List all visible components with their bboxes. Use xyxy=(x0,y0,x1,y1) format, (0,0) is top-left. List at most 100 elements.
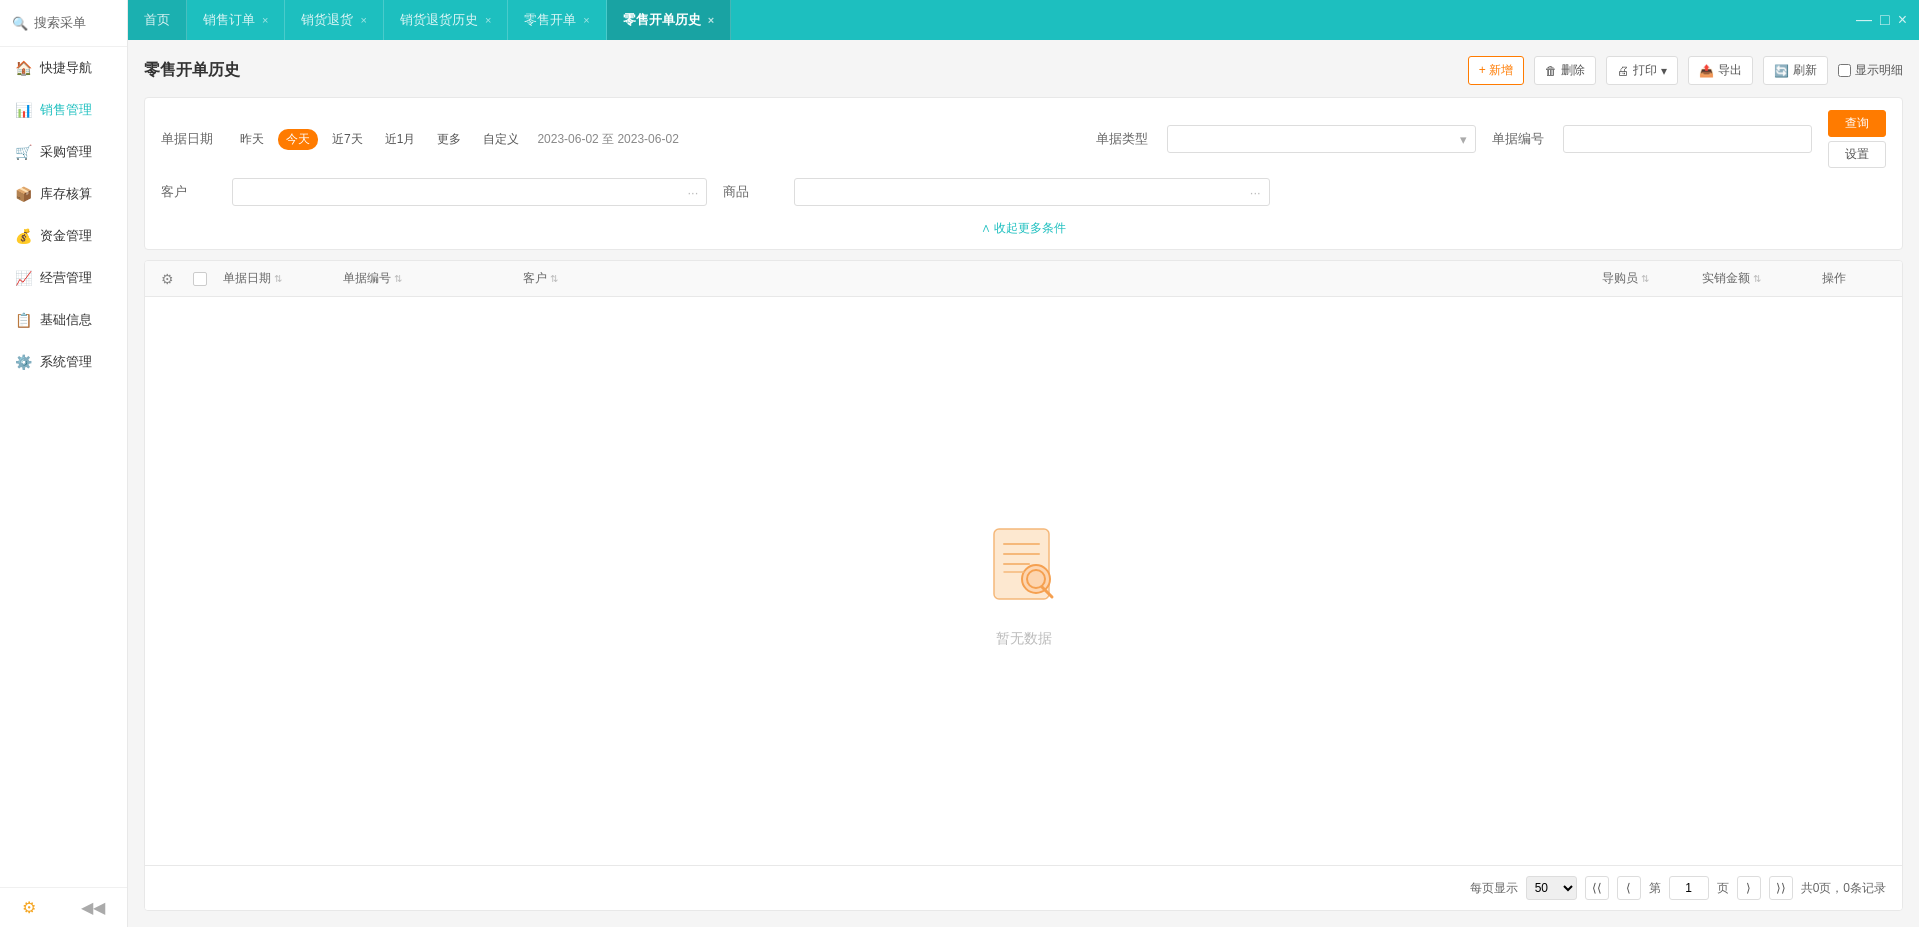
empty-icon-svg xyxy=(974,514,1074,614)
customer-input[interactable]: ··· xyxy=(232,178,707,206)
tab-sales-return-history[interactable]: 销货退货历史 × xyxy=(384,0,508,40)
inventory-icon: 📦 xyxy=(14,186,32,202)
settings-icon-btn[interactable]: ⚙ xyxy=(22,898,36,917)
date-btn-last7[interactable]: 近7天 xyxy=(324,129,371,150)
sidebar-item-label: 销售管理 xyxy=(40,101,92,119)
main-area: 首页 销售订单 × 销货退货 × 销货退货历史 × 零售开单 × 零售开单历史 … xyxy=(128,0,1919,927)
empty-icon xyxy=(974,514,1074,614)
print-icon: 🖨 xyxy=(1617,64,1629,78)
tab-retail-open[interactable]: 零售开单 × xyxy=(508,0,606,40)
th-date[interactable]: 单据日期 ⇅ xyxy=(215,270,335,287)
pagination: 每页显示 50 100 200 ⟨⟨ ⟨ 第 页 ⟩ ⟩⟩ 共0页，0条记录 xyxy=(145,865,1902,910)
sidebar-search[interactable]: 🔍 搜索采单 xyxy=(0,0,127,47)
collapse-filter-btn[interactable]: ∧ 收起更多条件 xyxy=(161,216,1886,237)
th-client-sort: ⇅ xyxy=(550,273,558,284)
date-btn-last-month[interactable]: 近1月 xyxy=(377,129,424,150)
display-detail-label[interactable]: 显示明细 xyxy=(1838,62,1903,79)
prev-page-button[interactable]: ⟨ xyxy=(1617,876,1641,900)
sidebar-nav: 🏠 快捷导航 📊 销售管理 🛒 采购管理 📦 库存核算 💰 资金管理 📈 经营管… xyxy=(0,47,127,887)
maximize-button[interactable]: □ xyxy=(1880,11,1890,29)
last-page-button[interactable]: ⟩⟩ xyxy=(1769,876,1793,900)
date-btn-today[interactable]: 今天 xyxy=(278,129,318,150)
tab-sales-return-label: 销货退货 xyxy=(301,11,353,29)
refresh-button[interactable]: 🔄 刷新 xyxy=(1763,56,1828,85)
th-settings[interactable]: ⚙ xyxy=(153,271,185,287)
tab-retail-open-label: 零售开单 xyxy=(524,11,576,29)
export-icon: 📤 xyxy=(1699,64,1714,78)
filter-panel: 单据日期 昨天 今天 近7天 近1月 更多 自定义 2023-06-02 至 2… xyxy=(144,97,1903,250)
sidebar-item-inventory[interactable]: 📦 库存核算 xyxy=(0,173,127,215)
tab-sales-return-history-close[interactable]: × xyxy=(485,14,491,26)
page-header: 零售开单历史 + 新增 🗑 删除 🖨 打印 ▾ 📤 导出 🔄 xyxy=(144,56,1903,85)
sidebar-item-label: 采购管理 xyxy=(40,143,92,161)
date-btn-more[interactable]: 更多 xyxy=(429,129,469,150)
th-check[interactable] xyxy=(185,272,215,286)
content-area: 零售开单历史 + 新增 🗑 删除 🖨 打印 ▾ 📤 导出 🔄 xyxy=(128,40,1919,927)
minimize-button[interactable]: — xyxy=(1856,11,1872,29)
th-guide-label: 导购员 xyxy=(1602,270,1638,287)
sidebar-item-quick-nav[interactable]: 🏠 快捷导航 xyxy=(0,47,127,89)
th-date-label: 单据日期 xyxy=(223,270,271,287)
th-client-label: 客户 xyxy=(523,270,547,287)
display-detail-checkbox[interactable] xyxy=(1838,64,1851,77)
window-controls: — □ × xyxy=(1856,11,1919,29)
sidebar-item-label: 资金管理 xyxy=(40,227,92,245)
tab-sales-order[interactable]: 销售订单 × xyxy=(187,0,285,40)
sidebar-item-label: 基础信息 xyxy=(40,311,92,329)
delete-icon: 🗑 xyxy=(1545,64,1557,78)
filter-row-1: 单据日期 昨天 今天 近7天 近1月 更多 自定义 2023-06-02 至 2… xyxy=(161,110,1886,168)
per-page-select[interactable]: 50 100 200 xyxy=(1526,876,1577,900)
print-button[interactable]: 🖨 打印 ▾ xyxy=(1606,56,1678,85)
add-button[interactable]: + 新增 xyxy=(1468,56,1524,85)
sidebar: 🔍 搜索采单 🏠 快捷导航 📊 销售管理 🛒 采购管理 📦 库存核算 💰 资金管… xyxy=(0,0,128,927)
page-suffix: 页 xyxy=(1717,880,1729,897)
doc-type-select[interactable]: ▾ xyxy=(1167,125,1476,153)
goods-dots: ··· xyxy=(1250,185,1261,200)
sidebar-item-finance[interactable]: 💰 资金管理 xyxy=(0,215,127,257)
goods-input[interactable]: ··· xyxy=(794,178,1269,206)
filter-settings-button[interactable]: 设置 xyxy=(1828,141,1886,168)
header-checkbox[interactable] xyxy=(193,272,207,286)
page-input[interactable] xyxy=(1669,876,1709,900)
sidebar-item-sales[interactable]: 📊 销售管理 xyxy=(0,89,127,131)
sidebar-item-purchase[interactable]: 🛒 采购管理 xyxy=(0,131,127,173)
tab-sales-order-close[interactable]: × xyxy=(262,14,268,26)
date-btn-yesterday[interactable]: 昨天 xyxy=(232,129,272,150)
customer-dots: ··· xyxy=(687,185,698,200)
th-amount[interactable]: 实销金额 ⇅ xyxy=(1694,270,1814,287)
th-guide[interactable]: 导购员 ⇅ xyxy=(1594,270,1694,287)
first-page-button[interactable]: ⟨⟨ xyxy=(1585,876,1609,900)
tab-sales-return-history-label: 销货退货历史 xyxy=(400,11,478,29)
tab-home[interactable]: 首页 xyxy=(128,0,187,40)
date-btn-custom[interactable]: 自定义 xyxy=(475,129,527,150)
tab-sales-return[interactable]: 销货退货 × xyxy=(285,0,383,40)
tab-sales-return-close[interactable]: × xyxy=(360,14,366,26)
home-icon: 🏠 xyxy=(14,60,32,76)
goods-label: 商品 xyxy=(723,183,788,201)
filter-row-2: 客户 ··· 商品 ··· xyxy=(161,178,1886,206)
system-icon: ⚙️ xyxy=(14,354,32,370)
collapse-icon-btn[interactable]: ◀◀ xyxy=(81,898,105,917)
th-client[interactable]: 客户 ⇅ xyxy=(515,270,1594,287)
tab-home-label: 首页 xyxy=(144,11,170,29)
th-num[interactable]: 单据编号 ⇅ xyxy=(335,270,515,287)
sidebar-item-basic[interactable]: 📋 基础信息 xyxy=(0,299,127,341)
sidebar-item-label: 系统管理 xyxy=(40,353,92,371)
export-button[interactable]: 📤 导出 xyxy=(1688,56,1753,85)
tab-retail-open-history-close[interactable]: × xyxy=(708,14,714,26)
tab-retail-open-history[interactable]: 零售开单历史 × xyxy=(607,0,731,40)
th-date-sort: ⇅ xyxy=(274,273,282,284)
date-range: 2023-06-02 至 2023-06-02 xyxy=(537,131,678,148)
delete-button[interactable]: 🗑 删除 xyxy=(1534,56,1596,85)
date-label: 单据日期 xyxy=(161,130,226,148)
query-button[interactable]: 查询 xyxy=(1828,110,1886,137)
tab-retail-open-close[interactable]: × xyxy=(583,14,589,26)
sidebar-item-operations[interactable]: 📈 经营管理 xyxy=(0,257,127,299)
close-button[interactable]: × xyxy=(1898,11,1907,29)
next-page-button[interactable]: ⟩ xyxy=(1737,876,1761,900)
doc-num-input[interactable] xyxy=(1563,125,1812,153)
sales-icon: 📊 xyxy=(14,102,32,118)
th-num-sort: ⇅ xyxy=(394,273,402,284)
purchase-icon: 🛒 xyxy=(14,144,32,160)
sidebar-item-system[interactable]: ⚙️ 系统管理 xyxy=(0,341,127,383)
